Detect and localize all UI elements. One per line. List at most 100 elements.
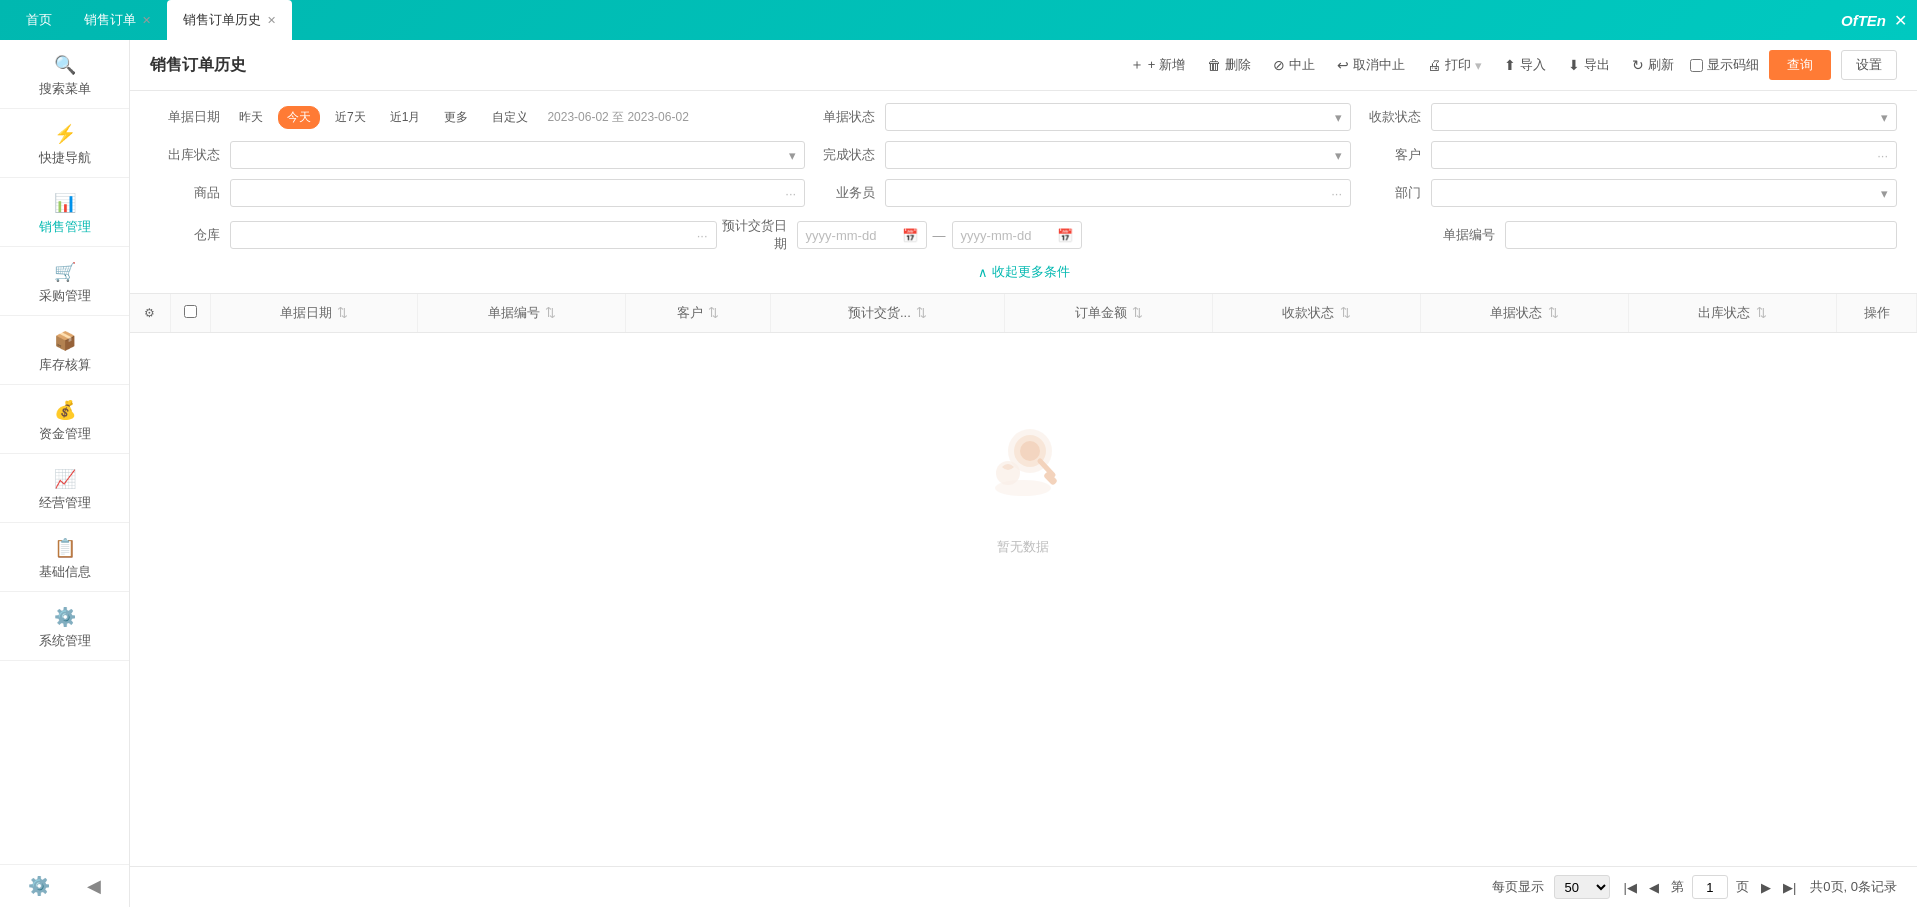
bill-no-col: 单据编号 — [1425, 221, 1897, 249]
set-button[interactable]: 设置 — [1841, 50, 1897, 80]
sidebar-collapse-icon[interactable]: ◀ — [87, 875, 101, 897]
th-settings[interactable]: ⚙ — [130, 294, 170, 333]
goods-label: 商品 — [150, 184, 230, 202]
top-bar-close[interactable]: ✕ — [1894, 11, 1907, 30]
tab-sales-order-history-close[interactable]: ✕ — [267, 14, 276, 27]
page-next-button[interactable]: ▶ — [1757, 878, 1775, 897]
page-size-select[interactable]: 10 20 50 100 — [1554, 875, 1610, 899]
page-prev-button[interactable]: ◀ — [1645, 878, 1663, 897]
goods-input[interactable]: ··· — [230, 179, 805, 207]
print-arrow-icon: ▾ — [1475, 58, 1482, 73]
bill-no-input[interactable] — [1505, 221, 1897, 249]
th-payment-status-label: 收款状态 — [1282, 305, 1334, 320]
salesman-col: 业务员 ··· — [805, 179, 1351, 207]
new-label: + 新增 — [1148, 56, 1185, 74]
date-btn-more[interactable]: 更多 — [435, 106, 477, 129]
th-payment-status-sort-icon[interactable]: ⇅ — [1340, 305, 1351, 320]
th-check[interactable] — [170, 294, 210, 333]
date-btn-yesterday[interactable]: 昨天 — [230, 106, 272, 129]
export-button[interactable]: ⬇ 导出 — [1562, 52, 1616, 78]
filter-row-4: 仓库 ··· 预计交货日期 yyyy-mm-dd 📅 — [150, 217, 1897, 253]
sidebar-item-quick-nav[interactable]: ⚡ 快捷导航 — [0, 109, 129, 178]
th-out-status: 出库状态 ⇅ — [1629, 294, 1837, 333]
date-btn-today[interactable]: 今天 — [278, 106, 320, 129]
sidebar-item-purchase-label: 采购管理 — [39, 287, 91, 305]
import-icon: ⬆ — [1504, 57, 1516, 73]
goods-dots[interactable]: ··· — [785, 186, 796, 201]
sidebar-item-purchase[interactable]: 🛒 采购管理 — [0, 247, 129, 316]
finance-icon: 💰 — [54, 399, 76, 421]
th-bill-no-label: 单据编号 — [488, 305, 540, 320]
export-icon: ⬇ — [1568, 57, 1580, 73]
dept-select[interactable]: ▾ — [1431, 179, 1897, 207]
th-bill-no-sort-icon[interactable]: ⇅ — [545, 305, 556, 320]
out-status-select[interactable]: ▾ — [230, 141, 805, 169]
th-bill-status-sort-icon[interactable]: ⇅ — [1548, 305, 1559, 320]
customer-input[interactable]: ··· — [1431, 141, 1897, 169]
sidebar-settings-icon[interactable]: ⚙️ — [28, 875, 50, 897]
sidebar-item-basic-info[interactable]: 📋 基础信息 — [0, 523, 129, 592]
payment-status-col: 收款状态 ▾ — [1351, 103, 1897, 131]
customer-dots[interactable]: ··· — [1877, 148, 1888, 163]
tab-home[interactable]: 首页 — [10, 0, 68, 40]
page-input[interactable] — [1692, 875, 1728, 899]
sales-icon: 📊 — [54, 192, 76, 214]
refresh-button[interactable]: ↻ 刷新 — [1626, 52, 1680, 78]
complete-status-label: 完成状态 — [805, 146, 885, 164]
page-last-button[interactable]: ▶| — [1779, 878, 1800, 897]
th-customer: 客户 ⇅ — [626, 294, 771, 333]
sidebar-bottom: ⚙️ ◀ — [0, 864, 129, 907]
sidebar-item-sales[interactable]: 📊 销售管理 — [0, 178, 129, 247]
table-body: 暂无数据 — [130, 333, 1917, 637]
delivery-date-end[interactable]: yyyy-mm-dd 📅 — [952, 221, 1082, 249]
bill-status-col: 单据状态 ▾ — [805, 103, 1351, 131]
date-btn-7days[interactable]: 近7天 — [326, 106, 375, 129]
complete-status-arrow-icon: ▾ — [1335, 148, 1342, 163]
tab-sales-order-close[interactable]: ✕ — [142, 14, 151, 27]
th-delivery-sort-icon[interactable]: ⇅ — [916, 305, 927, 320]
bill-status-select[interactable]: ▾ — [885, 103, 1351, 131]
date-btn-custom[interactable]: 自定义 — [483, 106, 537, 129]
sidebar-item-system[interactable]: ⚙️ 系统管理 — [0, 592, 129, 661]
import-button[interactable]: ⬆ 导入 — [1498, 52, 1552, 78]
delivery-date-end-icon: 📅 — [1057, 228, 1073, 243]
bill-status-arrow-icon: ▾ — [1335, 110, 1342, 125]
th-date-sort-icon[interactable]: ⇅ — [337, 305, 348, 320]
complete-status-select[interactable]: ▾ — [885, 141, 1351, 169]
warehouse-dots[interactable]: ··· — [697, 228, 708, 243]
salesman-dots[interactable]: ··· — [1331, 186, 1342, 201]
delete-button[interactable]: 🗑 删除 — [1201, 52, 1257, 78]
sidebar-item-operation-label: 经营管理 — [39, 494, 91, 512]
out-status-control: ▾ — [230, 141, 805, 169]
display-checkbox[interactable] — [1690, 59, 1703, 72]
page-first-button[interactable]: |◀ — [1620, 878, 1641, 897]
print-button[interactable]: 🖨 打印 ▾ — [1421, 52, 1488, 78]
th-amount-sort-icon[interactable]: ⇅ — [1132, 305, 1143, 320]
th-customer-sort-icon[interactable]: ⇅ — [708, 305, 719, 320]
svg-point-3 — [1020, 441, 1040, 461]
new-button[interactable]: ＋ + 新增 — [1124, 52, 1191, 78]
salesman-input[interactable]: ··· — [885, 179, 1351, 207]
tab-sales-order[interactable]: 销售订单 ✕ — [68, 0, 167, 40]
sidebar-item-operation[interactable]: 📈 经营管理 — [0, 454, 129, 523]
th-out-status-sort-icon[interactable]: ⇅ — [1756, 305, 1767, 320]
inventory-icon: 📦 — [54, 330, 76, 352]
salesman-label: 业务员 — [805, 184, 885, 202]
collapse-button[interactable]: ∧ 收起更多条件 — [150, 263, 1897, 281]
payment-status-select[interactable]: ▾ — [1431, 103, 1897, 131]
cancel-stop-button[interactable]: ↩ 取消中止 — [1331, 52, 1411, 78]
display-checkbox-label[interactable]: 显示码细 — [1690, 56, 1759, 74]
sidebar-item-finance[interactable]: 💰 资金管理 — [0, 385, 129, 454]
goods-col: 商品 ··· — [150, 179, 805, 207]
date-btn-1month[interactable]: 近1月 — [381, 106, 430, 129]
sidebar-item-inventory[interactable]: 📦 库存核算 — [0, 316, 129, 385]
sidebar-item-search[interactable]: 🔍 搜索菜单 — [0, 40, 129, 109]
new-icon: ＋ — [1130, 56, 1144, 74]
query-button[interactable]: 查询 — [1769, 50, 1831, 80]
dept-control: ▾ — [1431, 179, 1897, 207]
select-all-checkbox[interactable] — [184, 305, 197, 318]
tab-sales-order-history[interactable]: 销售订单历史 ✕ — [167, 0, 292, 40]
delivery-date-start[interactable]: yyyy-mm-dd 📅 — [797, 221, 927, 249]
warehouse-input[interactable]: ··· — [230, 221, 717, 249]
stop-button[interactable]: ⊘ 中止 — [1267, 52, 1321, 78]
